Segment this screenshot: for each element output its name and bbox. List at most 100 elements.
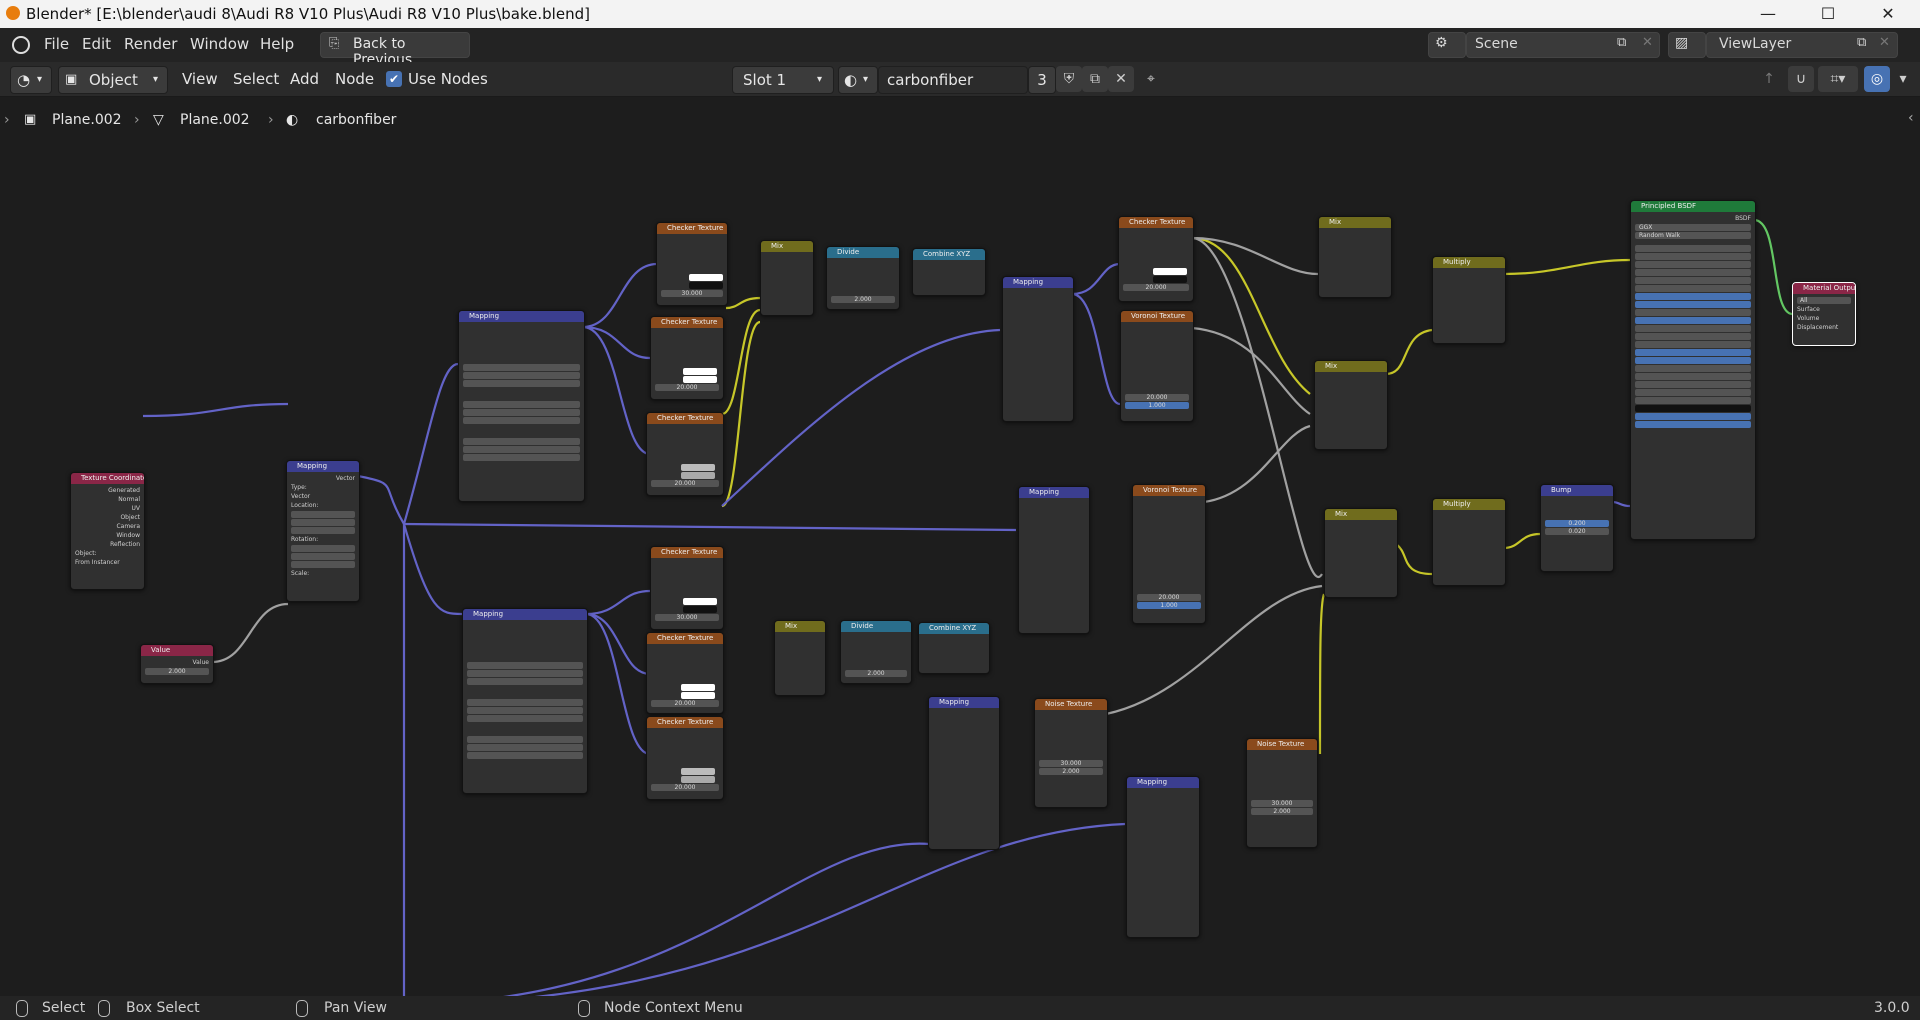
- node-mapping-main[interactable]: Mapping Vector Type: Vector Location: Ro…: [286, 460, 360, 602]
- color1-swatch[interactable]: [681, 768, 715, 775]
- node-mapping-3[interactable]: Mapping: [1002, 276, 1074, 422]
- node-texture-coordinate[interactable]: Texture Coordinate Generated Normal UV O…: [70, 472, 145, 590]
- header-menu-add[interactable]: Add: [290, 70, 319, 88]
- node-divide-1[interactable]: Divide 2.000: [826, 246, 900, 310]
- field[interactable]: [291, 561, 355, 568]
- color2-swatch[interactable]: [683, 376, 717, 383]
- field[interactable]: [467, 736, 583, 743]
- material-name-field[interactable]: carbonfiber: [878, 66, 1028, 94]
- field[interactable]: [1635, 373, 1751, 380]
- editor-type-button[interactable]: ◔ ▾: [10, 66, 52, 94]
- distance-field[interactable]: 0.020: [1545, 528, 1609, 535]
- node-principled-bsdf[interactable]: Principled BSDF BSDF GGX Random Walk: [1630, 200, 1756, 540]
- viewlayer-name-field[interactable]: ViewLayer ⧉ ✕: [1706, 32, 1898, 58]
- field[interactable]: [463, 446, 580, 453]
- menu-file[interactable]: File: [44, 35, 69, 53]
- field[interactable]: [1635, 421, 1751, 428]
- color2-swatch[interactable]: [1153, 276, 1187, 283]
- header-menu-node[interactable]: Node: [335, 70, 374, 88]
- field[interactable]: [1635, 349, 1751, 356]
- material-user-count[interactable]: 3: [1028, 66, 1056, 94]
- detail-field[interactable]: 2.000: [1039, 768, 1103, 775]
- target-dropdown[interactable]: All: [1797, 297, 1851, 304]
- field[interactable]: [467, 707, 583, 714]
- field[interactable]: [467, 678, 583, 685]
- field[interactable]: [1635, 261, 1751, 268]
- browse-material-button[interactable]: ◐ ▾: [838, 66, 878, 94]
- field[interactable]: [1635, 325, 1751, 332]
- field[interactable]: [1635, 293, 1751, 300]
- back-to-previous-button[interactable]: ⎘ Back to Previous: [320, 32, 470, 68]
- node-checker-6[interactable]: Checker Texture 20.000: [646, 716, 724, 800]
- node-mapping-5[interactable]: Mapping: [928, 696, 1000, 850]
- field[interactable]: [463, 409, 580, 416]
- field[interactable]: [463, 372, 580, 379]
- menu-window[interactable]: Window: [190, 35, 249, 53]
- color1-swatch[interactable]: [681, 684, 715, 691]
- duplicate-material-icon[interactable]: ⧉: [1082, 66, 1108, 92]
- socket-uv[interactable]: UV: [75, 504, 141, 513]
- socket-camera[interactable]: Camera: [75, 522, 140, 531]
- node-voronoi-1[interactable]: Voronoi Texture 20.000 1.000: [1120, 310, 1194, 422]
- node-mix-1[interactable]: Mix: [760, 240, 814, 316]
- detail-field[interactable]: 2.000: [1251, 808, 1313, 815]
- scale-field[interactable]: 20.000: [651, 480, 719, 487]
- remove-viewlayer-icon[interactable]: ✕: [1879, 35, 1890, 50]
- socket-vector-out[interactable]: Vector: [291, 474, 355, 483]
- color1-swatch[interactable]: [689, 274, 723, 281]
- field[interactable]: [1635, 381, 1751, 388]
- socket-bsdf[interactable]: BSDF: [1635, 214, 1751, 223]
- node-divide-2[interactable]: Divide 2.000: [840, 620, 912, 684]
- viewlayer-selector-button[interactable]: ▨: [1668, 32, 1706, 58]
- header-menu-select[interactable]: Select: [233, 70, 279, 88]
- distribution-dropdown[interactable]: GGX: [1635, 224, 1751, 231]
- value-field[interactable]: 2.000: [845, 670, 907, 677]
- color1-swatch[interactable]: [681, 464, 715, 471]
- socket-surface[interactable]: Surface: [1797, 305, 1851, 314]
- field[interactable]: [463, 380, 580, 387]
- snap-grid-icon[interactable]: ⌗▾: [1818, 66, 1858, 92]
- overlays-dropdown-icon[interactable]: ▾: [1890, 66, 1916, 92]
- scale-field[interactable]: 30.000: [1251, 800, 1313, 807]
- emission-swatch[interactable]: [1635, 405, 1751, 412]
- node-multiply-2[interactable]: Multiply: [1432, 498, 1506, 586]
- menu-edit[interactable]: Edit: [82, 35, 111, 53]
- socket-normal[interactable]: Normal: [75, 495, 140, 504]
- color1-swatch[interactable]: [1153, 268, 1187, 275]
- field[interactable]: [1635, 253, 1751, 260]
- socket-value[interactable]: Value: [145, 658, 209, 667]
- field[interactable]: [1635, 365, 1751, 372]
- socket-window[interactable]: Window: [75, 531, 140, 540]
- menu-help[interactable]: Help: [260, 35, 294, 53]
- maximize-button[interactable]: ☐: [1805, 0, 1851, 28]
- shader-type-dropdown[interactable]: ▣ Object ▾: [58, 66, 168, 94]
- smoothness-field[interactable]: 1.000: [1125, 402, 1189, 409]
- header-menu-view[interactable]: View: [182, 70, 218, 88]
- node-mix-4[interactable]: Mix: [1314, 360, 1388, 450]
- remove-scene-icon[interactable]: ✕: [1642, 35, 1653, 50]
- socket-vector-in[interactable]: Vector: [291, 492, 355, 501]
- fake-user-shield-icon[interactable]: ⛨: [1056, 66, 1082, 92]
- field[interactable]: [291, 519, 355, 526]
- blender-menu-icon[interactable]: [12, 36, 30, 54]
- scale-field[interactable]: 20.000: [655, 384, 719, 391]
- field[interactable]: [291, 511, 355, 518]
- node-checker-5[interactable]: Checker Texture 20.000: [646, 632, 724, 714]
- field[interactable]: [1635, 285, 1751, 292]
- menu-render[interactable]: Render: [124, 35, 177, 53]
- field[interactable]: [291, 527, 355, 534]
- socket-generated[interactable]: Generated: [75, 486, 140, 495]
- socket-reflection[interactable]: Reflection: [75, 540, 140, 549]
- scale-field[interactable]: 20.000: [1123, 284, 1189, 291]
- node-mix-5[interactable]: Mix: [1324, 508, 1398, 598]
- node-mix-2[interactable]: Mix: [774, 620, 826, 696]
- node-noise-2[interactable]: Noise Texture 30.000 2.000: [1246, 738, 1318, 848]
- node-noise-1[interactable]: Noise Texture 30.000 2.000: [1034, 698, 1108, 808]
- node-combine-xyz-1[interactable]: Combine XYZ: [912, 248, 986, 296]
- field[interactable]: [467, 752, 583, 759]
- node-mix-3[interactable]: Mix: [1318, 216, 1392, 298]
- unlink-material-icon[interactable]: ✕: [1108, 66, 1134, 92]
- color2-swatch[interactable]: [681, 776, 715, 783]
- field[interactable]: [467, 662, 583, 669]
- field[interactable]: [463, 417, 580, 424]
